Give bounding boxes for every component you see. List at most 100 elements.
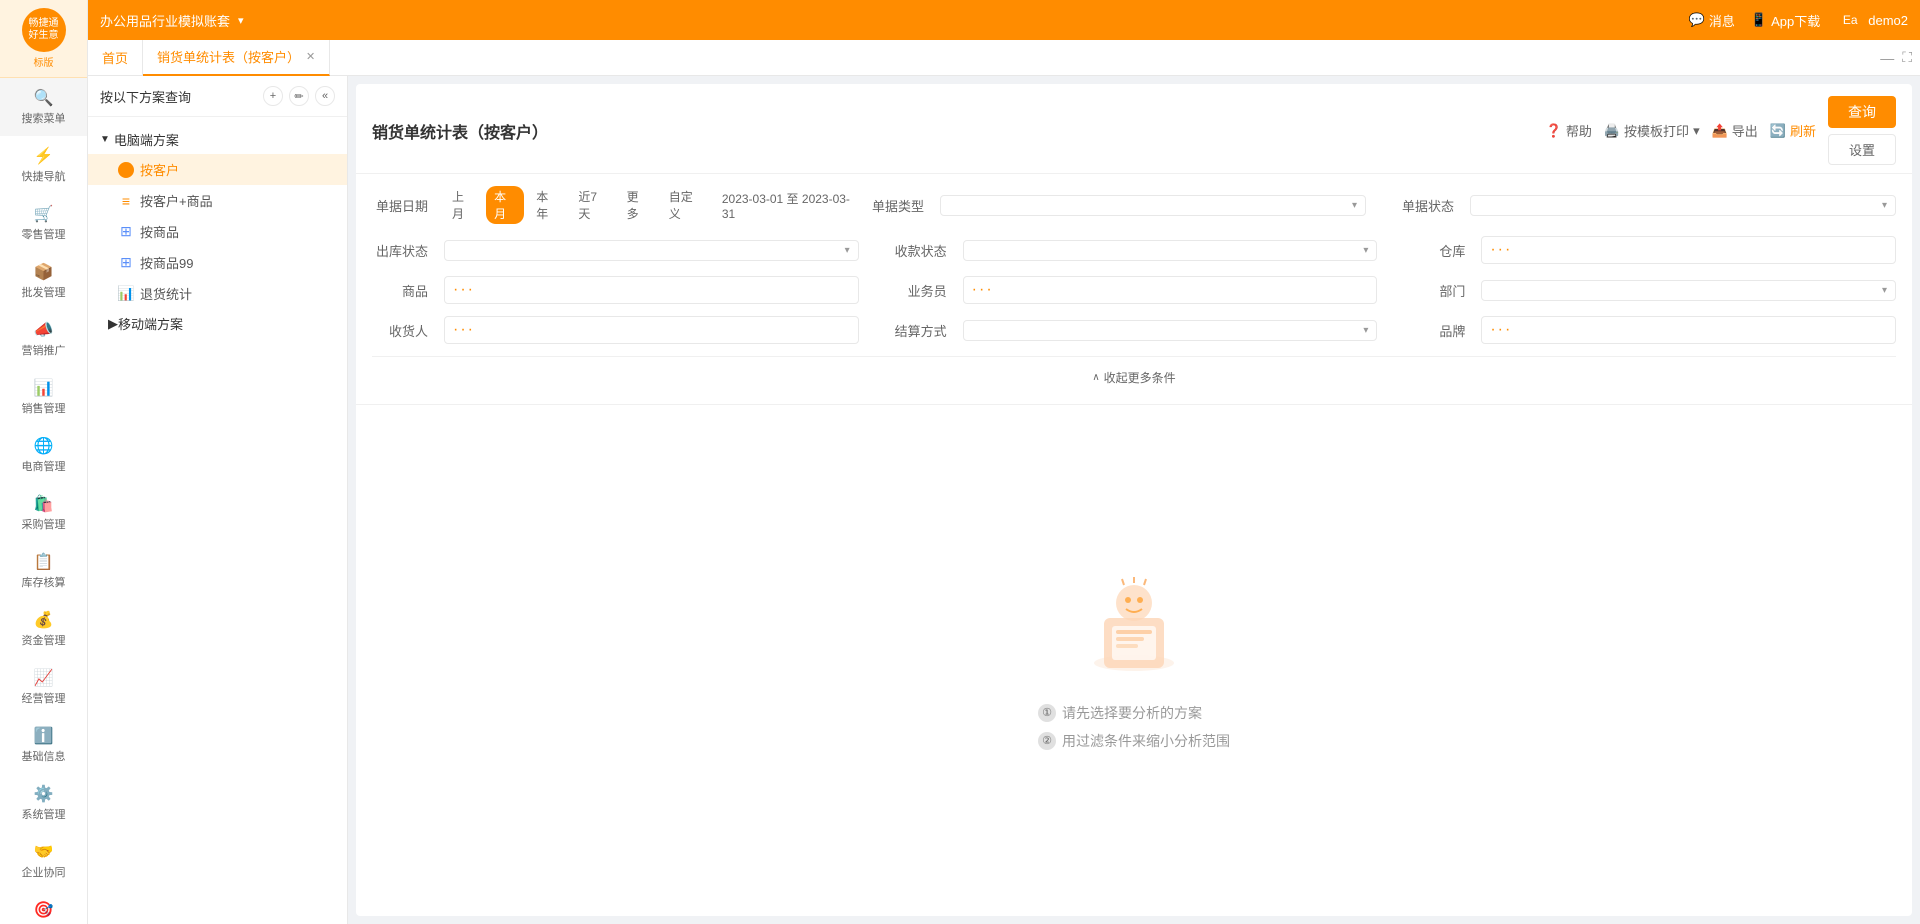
department-arrow-icon: ▾ bbox=[1882, 285, 1887, 296]
tree-item-by-product-99[interactable]: ⊞ 按商品99 bbox=[88, 247, 347, 278]
purchase-icon: 🛍️ bbox=[34, 494, 54, 514]
scheme-collapse-btn[interactable]: « bbox=[315, 86, 335, 106]
search-icon: 🔍 bbox=[34, 88, 54, 108]
tree-group-mobile-arrow-icon: ▶ bbox=[108, 316, 118, 332]
department-select[interactable]: ▾ bbox=[1481, 280, 1896, 301]
print-btn[interactable]: 🖨️ 按模板打印 ▾ bbox=[1604, 121, 1700, 140]
date-tab-7days[interactable]: 近7天 bbox=[570, 186, 614, 224]
sys-icon: ⚙️ bbox=[34, 784, 54, 804]
date-tab-this-month[interactable]: 本月 bbox=[486, 186, 524, 224]
doc-status-select[interactable]: ▾ bbox=[1470, 195, 1896, 216]
collapse-more-btn[interactable]: ∧ 收起更多条件 bbox=[1092, 363, 1175, 392]
receiver-select[interactable]: ··· bbox=[444, 316, 859, 344]
tab-home[interactable]: 首页 bbox=[88, 40, 143, 76]
tip-num-1: ① bbox=[1038, 704, 1056, 722]
right-panel: 销货单统计表（按客户） ❓ 帮助 🖨️ 按模板打印 ▾ 📤 导出 bbox=[356, 84, 1912, 916]
scheme-add-btn[interactable]: + bbox=[263, 86, 283, 106]
warehouse-label: 仓库 bbox=[1409, 241, 1465, 260]
product-select[interactable]: ··· bbox=[444, 276, 859, 304]
marketing-icon: 📣 bbox=[34, 320, 54, 340]
empty-state-illustration bbox=[1074, 563, 1194, 683]
sidebar-item-finance[interactable]: 💰 资金管理 bbox=[0, 600, 87, 658]
tab-sales-stat[interactable]: 销货单统计表（按客户） ✕ bbox=[143, 40, 330, 76]
sidebar-item-operations[interactable]: 📈 经营管理 bbox=[0, 658, 87, 716]
date-tab-more[interactable]: 更多 bbox=[619, 186, 657, 224]
tab-minimize-btn[interactable]: — bbox=[1880, 50, 1894, 66]
sidebar-item-label: 营销推广 bbox=[22, 342, 66, 358]
doc-status-label: 单据状态 bbox=[1398, 196, 1454, 215]
tree-item-label: 按客户+商品 bbox=[140, 191, 213, 210]
tree-item-label: 按商品99 bbox=[140, 253, 193, 272]
sidebar-item-quick-nav[interactable]: ⚡ 快捷导航 bbox=[0, 136, 87, 194]
sidebar-item-sales-mgmt[interactable]: 📊 销售管理 bbox=[0, 368, 87, 426]
tab-close-icon[interactable]: ✕ bbox=[306, 50, 315, 63]
newbie-icon: 🎯 bbox=[34, 900, 54, 920]
tree-item-by-customer-product[interactable]: ≡ 按客户+商品 bbox=[88, 185, 347, 216]
help-btn[interactable]: ❓ 帮助 bbox=[1546, 121, 1592, 140]
date-tab-custom[interactable]: 自定义 bbox=[661, 186, 710, 224]
tree-item-return-stat[interactable]: 📊 退货统计 bbox=[88, 278, 347, 309]
sidebar-item-label: 库存核算 bbox=[22, 574, 66, 590]
salesperson-select[interactable]: ··· bbox=[963, 276, 1378, 304]
payment-method-label: 结算方式 bbox=[891, 321, 947, 340]
message-icon: 💬 bbox=[1689, 12, 1705, 28]
message-label: 消息 bbox=[1709, 11, 1735, 30]
tab-controls: — ⛶ bbox=[1880, 49, 1920, 66]
doc-type-arrow-icon: ▾ bbox=[1352, 200, 1357, 211]
doc-status-arrow-icon: ▾ bbox=[1882, 200, 1887, 211]
empty-tip-1: ① 请先选择要分析的方案 bbox=[1038, 703, 1230, 723]
tree-group-mobile-label: 移动端方案 bbox=[118, 314, 183, 333]
tree-group-desktop: ▼ 电脑端方案 按客户 ≡ 按客户+商品 ⊞ 按商品 bbox=[88, 125, 347, 309]
tree-item-by-product[interactable]: ⊞ 按商品 bbox=[88, 216, 347, 247]
tree-group-mobile-title[interactable]: ▶ 移动端方案 bbox=[88, 309, 347, 338]
filter-row-2: 出库状态 ▾ 收款状态 ▾ 仓库 ··· bbox=[372, 236, 1896, 264]
empty-state: ① 请先选择要分析的方案 ② 用过滤条件来缩小分析范围 bbox=[356, 405, 1912, 916]
settings-btn[interactable]: 设置 bbox=[1828, 134, 1896, 165]
sidebar-item-marketing[interactable]: 📣 营销推广 bbox=[0, 310, 87, 368]
receipt-status-arrow-icon: ▾ bbox=[1363, 245, 1368, 256]
sidebar-item-search-menu[interactable]: 🔍 搜索菜单 bbox=[0, 78, 87, 136]
sidebar-item-label: 销售管理 bbox=[22, 400, 66, 416]
page-title: 销货单统计表（按客户） bbox=[372, 119, 548, 143]
receipt-status-select[interactable]: ▾ bbox=[963, 240, 1378, 261]
date-tab-this-year[interactable]: 本年 bbox=[528, 186, 566, 224]
sidebar-item-label: 系统管理 bbox=[22, 806, 66, 822]
date-tab-last-month[interactable]: 上月 bbox=[444, 186, 482, 224]
sidebar-item-wholesale-mgmt[interactable]: 📦 批发管理 bbox=[0, 252, 87, 310]
scheme-header-actions: + ✏ « bbox=[263, 86, 335, 106]
date-filter: 上月 本月 本年 近7天 更多 自定义 2023-03-01 至 2023-03… bbox=[444, 186, 852, 224]
topbar-dropdown-icon[interactable]: ▾ bbox=[238, 14, 244, 27]
sidebar-item-newbie[interactable]: 🎯 新手引导 bbox=[0, 890, 87, 924]
sidebar-item-purchase[interactable]: 🛍️ 采购管理 bbox=[0, 484, 87, 542]
message-btn[interactable]: 💬 消息 bbox=[1689, 11, 1735, 30]
tab-maximize-btn[interactable]: ⛶ bbox=[1902, 49, 1912, 66]
brand-dots: ··· bbox=[1490, 321, 1512, 339]
print-dropdown-icon: ▾ bbox=[1693, 123, 1700, 139]
scheme-edit-btn[interactable]: ✏ bbox=[289, 86, 309, 106]
sidebar-item-inventory[interactable]: 📋 库存核算 bbox=[0, 542, 87, 600]
tip-text-2: 用过滤条件来缩小分析范围 bbox=[1062, 731, 1230, 751]
logo-icon: 畅捷通好生意 bbox=[22, 8, 66, 52]
doc-type-select[interactable]: ▾ bbox=[940, 195, 1366, 216]
sidebar-item-sys-mgmt[interactable]: ⚙️ 系统管理 bbox=[0, 774, 87, 832]
tree-item-by-customer[interactable]: 按客户 bbox=[88, 154, 347, 185]
tree-group-desktop-title[interactable]: ▼ 电脑端方案 bbox=[88, 125, 347, 154]
refresh-btn[interactable]: 🔄 刷新 bbox=[1770, 121, 1816, 140]
out-status-select[interactable]: ▾ bbox=[444, 240, 859, 261]
warehouse-select[interactable]: ··· bbox=[1481, 236, 1896, 264]
query-btn[interactable]: 查询 bbox=[1828, 96, 1896, 128]
brand-select[interactable]: ··· bbox=[1481, 316, 1896, 344]
user-area[interactable]: Ea demo2 bbox=[1836, 6, 1908, 34]
filter-row-1: 单据日期 上月 本月 本年 近7天 更多 自定义 2023-03-01 至 20… bbox=[372, 186, 1896, 224]
sidebar-item-basic-info[interactable]: ℹ️ 基础信息 bbox=[0, 716, 87, 774]
payment-method-select[interactable]: ▾ bbox=[963, 320, 1378, 341]
app-download-btn[interactable]: 📱 App下载 bbox=[1751, 11, 1820, 30]
export-btn[interactable]: 📤 导出 bbox=[1712, 121, 1758, 140]
tree-group-mobile: ▶ 移动端方案 bbox=[88, 309, 347, 338]
basic-info-icon: ℹ️ bbox=[34, 726, 54, 746]
sidebar-item-ecommerce[interactable]: 🌐 电商管理 bbox=[0, 426, 87, 484]
sidebar-item-retail-mgmt[interactable]: 🛒 零售管理 bbox=[0, 194, 87, 252]
out-status-label: 出库状态 bbox=[372, 241, 428, 260]
refresh-label: 刷新 bbox=[1790, 121, 1816, 140]
sidebar-item-enterprise[interactable]: 🤝 企业协同 bbox=[0, 832, 87, 890]
